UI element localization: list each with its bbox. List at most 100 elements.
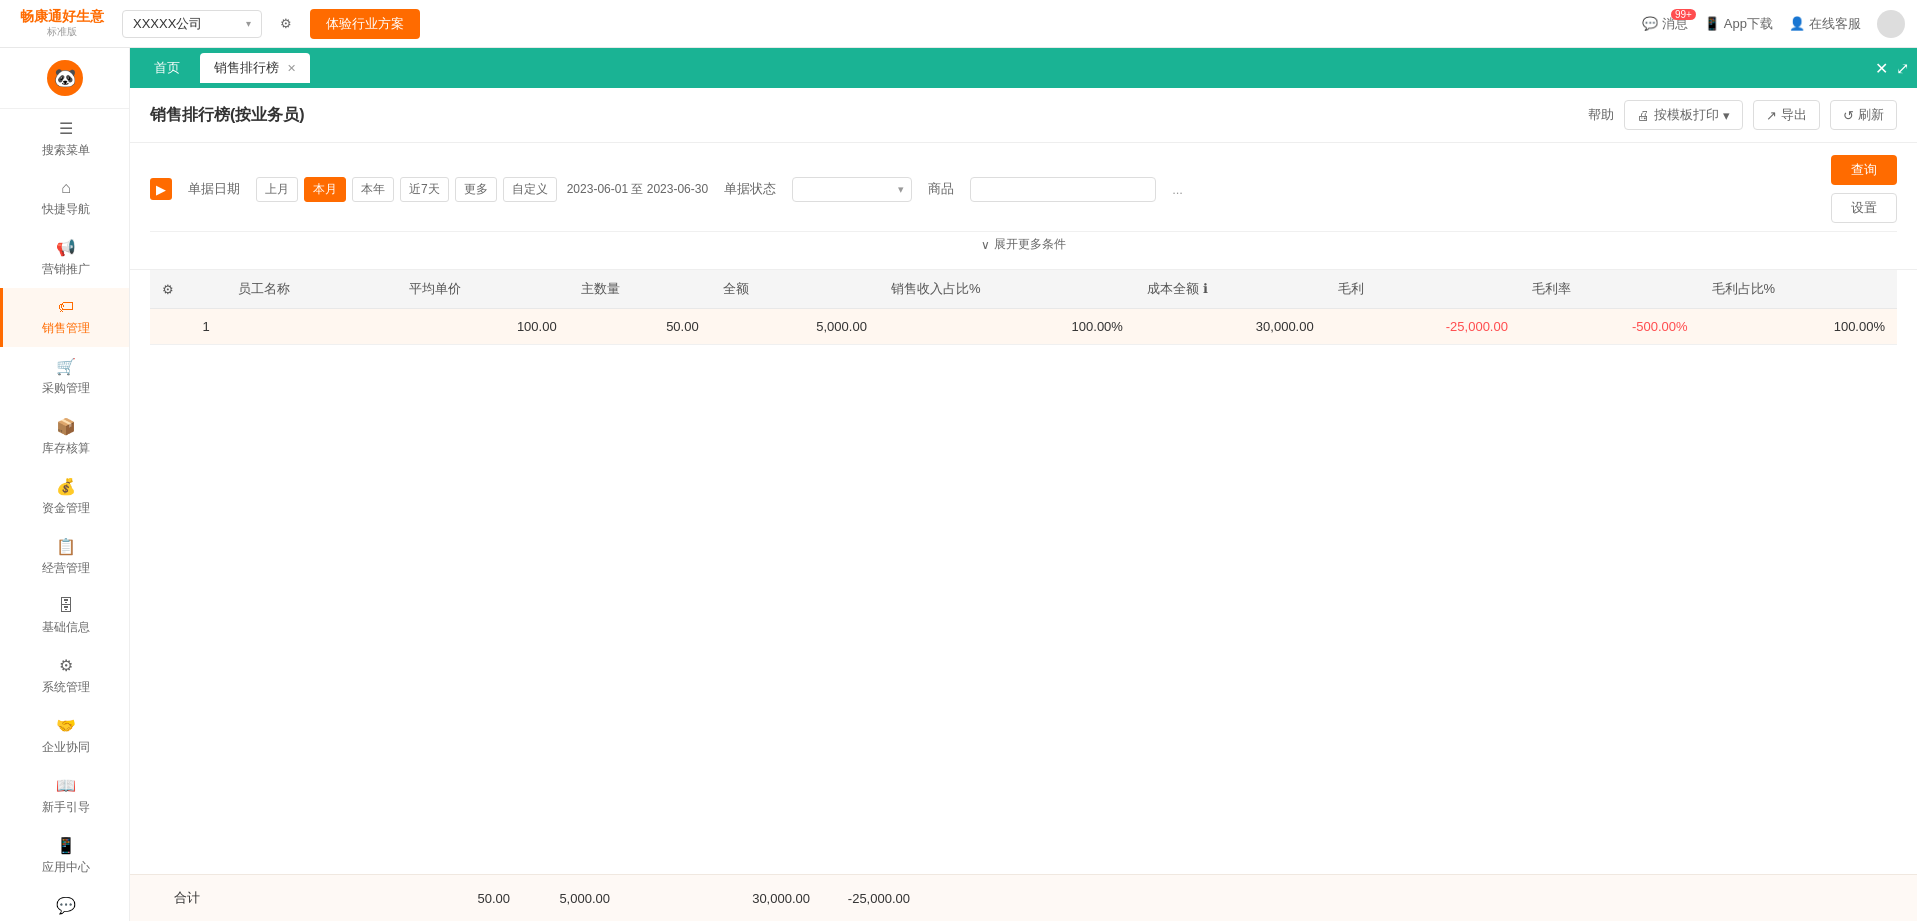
inventory-icon: 📦	[56, 417, 76, 436]
online-service-label: 在线客服	[1809, 15, 1861, 33]
date-btn-last-month[interactable]: 上月	[256, 177, 298, 202]
logo-title: 畅康通好生意	[20, 8, 104, 25]
sidebar-label-quick-nav: 快捷导航	[42, 201, 90, 218]
date-btn-custom[interactable]: 自定义	[503, 177, 557, 202]
settings-icon-btn[interactable]: ⚙	[272, 10, 300, 38]
sidebar-label-basic-info: 基础信息	[42, 619, 90, 636]
export-icon: ↗	[1766, 108, 1777, 123]
status-select-wrapper	[792, 177, 912, 202]
sidebar-item-marketing[interactable]: 📢 营销推广	[0, 228, 129, 288]
goods-input[interactable]	[970, 177, 1156, 202]
footer-profit: -25,000.00	[822, 887, 922, 910]
sidebar-item-basic-info[interactable]: 🗄 基础信息	[0, 587, 129, 646]
service-icon: 👤	[1789, 16, 1805, 31]
home-icon: ⌂	[61, 179, 71, 197]
app-logo-icon: 🐼	[47, 60, 83, 96]
row-profit-pct: 100.00%	[1700, 309, 1897, 345]
online-service-btn[interactable]: 👤 在线客服	[1789, 15, 1861, 33]
footer-amount: 5,000.00	[522, 887, 622, 910]
trial-button[interactable]: 体验行业方案	[310, 9, 420, 39]
footer-cost: 30,000.00	[722, 887, 822, 910]
col-profit: 毛利	[1326, 270, 1520, 309]
sidebar-item-system[interactable]: ⚙ 系统管理	[0, 646, 129, 706]
col-profit-pct: 毛利占比%	[1700, 270, 1897, 309]
filter-arrow-icon: ▶	[156, 182, 166, 197]
print-dropdown-icon: ▾	[1723, 108, 1730, 123]
search-menu-icon: ☰	[59, 119, 73, 138]
chevron-down-icon: ▾	[246, 18, 251, 29]
row-profit-rate: -500.00%	[1520, 309, 1700, 345]
sidebar-logo: 🐼	[0, 48, 129, 109]
sidebar-label-purchase: 采购管理	[42, 380, 90, 397]
sidebar-item-search-order[interactable]: ☰ 搜索菜单	[0, 109, 129, 169]
setup-button[interactable]: 设置	[1831, 193, 1897, 223]
logo-sub: 标准版	[47, 25, 77, 39]
messages-btn[interactable]: 💬 消息 99+	[1642, 15, 1688, 33]
date-btn-this-month[interactable]: 本月	[304, 177, 346, 202]
tab-label: 销售排行榜	[214, 59, 279, 77]
page-title: 销售排行榜(按业务员)	[150, 105, 1588, 126]
tab-close-icon[interactable]: ✕	[287, 62, 296, 75]
sidebar-item-wechat[interactable]: 💬 企业微信	[0, 886, 129, 921]
export-button[interactable]: ↗ 导出	[1753, 100, 1820, 130]
sidebar-label-inventory: 库存核算	[42, 440, 90, 457]
col-avg-price: 平均单价	[397, 270, 568, 309]
more-options-btn[interactable]: ...	[1172, 182, 1183, 197]
sidebar-item-inventory[interactable]: 📦 库存核算	[0, 407, 129, 467]
operations-icon: 📋	[56, 537, 76, 556]
status-select[interactable]	[792, 177, 912, 202]
user-avatar[interactable]	[1877, 10, 1905, 38]
guide-icon: 📖	[56, 776, 76, 795]
finance-icon: 💰	[56, 477, 76, 496]
sidebar-label-finance: 资金管理	[42, 500, 90, 517]
window-expand-icon[interactable]: ⤢	[1896, 59, 1909, 78]
filter-toggle-btn[interactable]: ▶	[150, 178, 172, 200]
date-filter-label: 单据日期	[188, 180, 240, 198]
basic-info-icon: 🗄	[58, 597, 74, 615]
company-selector[interactable]: XXXXX公司 ▾	[122, 10, 262, 38]
row-profit: -25,000.00	[1326, 309, 1520, 345]
sidebar-item-operations[interactable]: 📋 经营管理	[0, 527, 129, 587]
date-btn-this-year[interactable]: 本年	[352, 177, 394, 202]
tab-sales-ranking[interactable]: 销售排行榜 ✕	[200, 53, 310, 83]
marketing-icon: 📢	[56, 238, 76, 257]
footer-label: 合计	[162, 885, 362, 911]
sidebar-label-search: 搜索菜单	[42, 142, 90, 159]
print-icon: 🖨	[1637, 108, 1650, 123]
refresh-button[interactable]: ↺ 刷新	[1830, 100, 1897, 130]
sidebar-item-purchase[interactable]: 🛒 采购管理	[0, 347, 129, 407]
col-amount: 全额	[711, 270, 879, 309]
sidebar-label-sales: 销售管理	[42, 320, 90, 337]
sidebar-label-enterprise: 企业协同	[42, 739, 90, 756]
expand-more-btn[interactable]: ∨ 展开更多条件	[150, 231, 1897, 257]
sidebar-item-enterprise[interactable]: 🤝 企业协同	[0, 706, 129, 766]
date-range-display: 2023-06-01 至 2023-06-30	[567, 181, 708, 198]
export-label: 导出	[1781, 106, 1807, 124]
col-settings[interactable]: ⚙	[150, 270, 186, 309]
enterprise-icon: 🤝	[56, 716, 76, 735]
date-btn-7days[interactable]: 近7天	[400, 177, 449, 202]
col-sales-pct: 销售收入占比%	[879, 270, 1135, 309]
row-avg-price: 100.00	[397, 309, 568, 345]
sidebar-item-sales[interactable]: 🏷 销售管理	[0, 288, 129, 347]
query-button[interactable]: 查询	[1831, 155, 1897, 185]
sidebar-item-app-center[interactable]: 📱 应用中心	[0, 826, 129, 886]
app-download-btn[interactable]: 📱 App下载	[1704, 15, 1773, 33]
status-filter-label: 单据状态	[724, 180, 776, 198]
refresh-icon: ↺	[1843, 108, 1854, 123]
app-download-label: App下载	[1724, 15, 1773, 33]
row-settings-cell	[150, 309, 186, 345]
row-qty: 50.00	[569, 309, 711, 345]
date-btn-more[interactable]: 更多	[455, 177, 497, 202]
col-rank	[186, 270, 226, 309]
sales-icon: 🏷	[58, 298, 74, 316]
sidebar-item-finance[interactable]: 💰 资金管理	[0, 467, 129, 527]
sales-ranking-table: ⚙ 员工名称 平均单价 主数量 全额 销售收入占比% 成本全额 ℹ 毛利	[150, 270, 1897, 345]
help-button[interactable]: 帮助	[1588, 106, 1614, 124]
sidebar-item-guide[interactable]: 📖 新手引导	[0, 766, 129, 826]
tab-home[interactable]: 首页	[138, 53, 196, 83]
window-close-icon[interactable]: ✕	[1875, 59, 1888, 78]
sidebar-item-quick-nav[interactable]: ⌂ 快捷导航	[0, 169, 129, 228]
print-button[interactable]: 🖨 按模板打印 ▾	[1624, 100, 1743, 130]
sidebar-label-guide: 新手引导	[42, 799, 90, 816]
